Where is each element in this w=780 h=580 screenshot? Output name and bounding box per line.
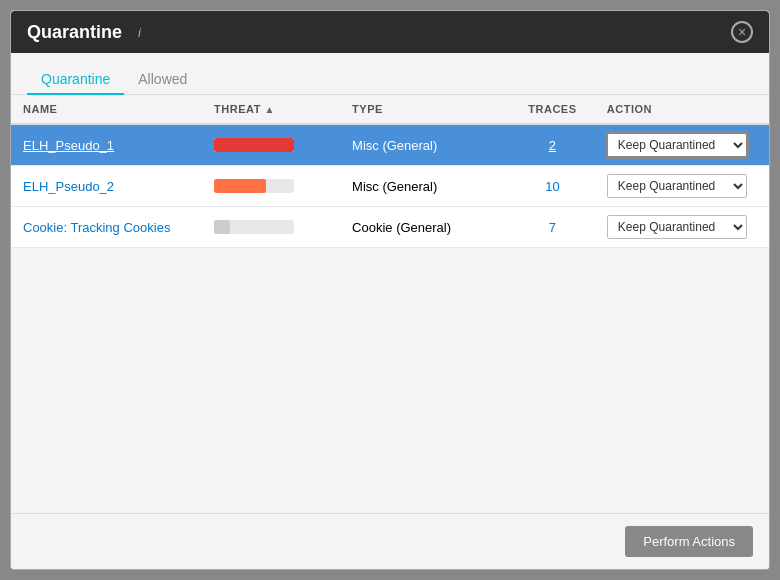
row-type: Misc (General) <box>340 124 510 166</box>
tab-quarantine[interactable]: Quarantine <box>27 65 124 95</box>
quarantine-modal: Quarantine i × Quarantine Allowed NAME <box>10 10 770 570</box>
modal-footer: Perform Actions <box>11 513 769 569</box>
threat-bar-container <box>214 220 294 234</box>
row-traces-link[interactable]: 2 <box>549 138 556 153</box>
row-traces-link[interactable]: 10 <box>545 179 559 194</box>
quarantine-table: NAME THREAT ▲ TYPE TRACES <box>11 95 769 248</box>
threat-bar-container <box>214 138 294 152</box>
table-body: ELH_Pseudo_1 Misc (General) 2 Keep Quaranti… <box>11 124 769 248</box>
row-type: Cookie (General) <box>340 207 510 248</box>
table-row[interactable]: ELH_Pseudo_1 Misc (General) 2 Keep Quaranti… <box>11 124 769 166</box>
threat-bar <box>214 179 266 193</box>
row-name-link[interactable]: ELH_Pseudo_2 <box>23 179 114 194</box>
tab-allowed[interactable]: Allowed <box>124 65 201 95</box>
row-action-select[interactable]: Keep QuarantinedDeleteRestoreIgnore <box>607 174 747 198</box>
table-container: NAME THREAT ▲ TYPE TRACES <box>11 95 769 513</box>
col-header-type: TYPE <box>340 95 510 124</box>
table-header-row: NAME THREAT ▲ TYPE TRACES <box>11 95 769 124</box>
modal-body: Quarantine Allowed NAME THREAT ▲ <box>11 53 769 513</box>
table-row[interactable]: Cookie: Tracking Cookies Cookie (General)… <box>11 207 769 248</box>
row-action-select[interactable]: Keep QuarantinedDeleteRestoreIgnore <box>607 133 747 157</box>
sort-arrow-icon: ▲ <box>264 104 274 115</box>
row-type: Misc (General) <box>340 166 510 207</box>
col-header-traces: TRACES <box>510 95 595 124</box>
threat-bar <box>214 220 230 234</box>
modal-title: Quarantine <box>27 22 122 43</box>
close-button[interactable]: × <box>731 21 753 43</box>
threat-bar-container <box>214 179 294 193</box>
row-action-select[interactable]: Keep QuarantinedDeleteRestoreIgnore <box>607 215 747 239</box>
row-traces-link[interactable]: 7 <box>549 220 556 235</box>
threat-bar <box>214 138 294 152</box>
modal-header: Quarantine i × <box>11 11 769 53</box>
row-name-link[interactable]: ELH_Pseudo_1 <box>23 138 114 153</box>
modal-info-icon: i <box>138 25 141 40</box>
col-header-name: NAME <box>11 95 202 124</box>
table-row[interactable]: ELH_Pseudo_2 Misc (General) 10 Keep Quarant… <box>11 166 769 207</box>
col-header-threat[interactable]: THREAT ▲ <box>202 95 340 124</box>
tab-bar: Quarantine Allowed <box>11 53 769 95</box>
col-header-action: ACTION <box>595 95 769 124</box>
row-name-link[interactable]: Cookie: Tracking Cookies <box>23 220 170 235</box>
perform-actions-button[interactable]: Perform Actions <box>625 526 753 557</box>
